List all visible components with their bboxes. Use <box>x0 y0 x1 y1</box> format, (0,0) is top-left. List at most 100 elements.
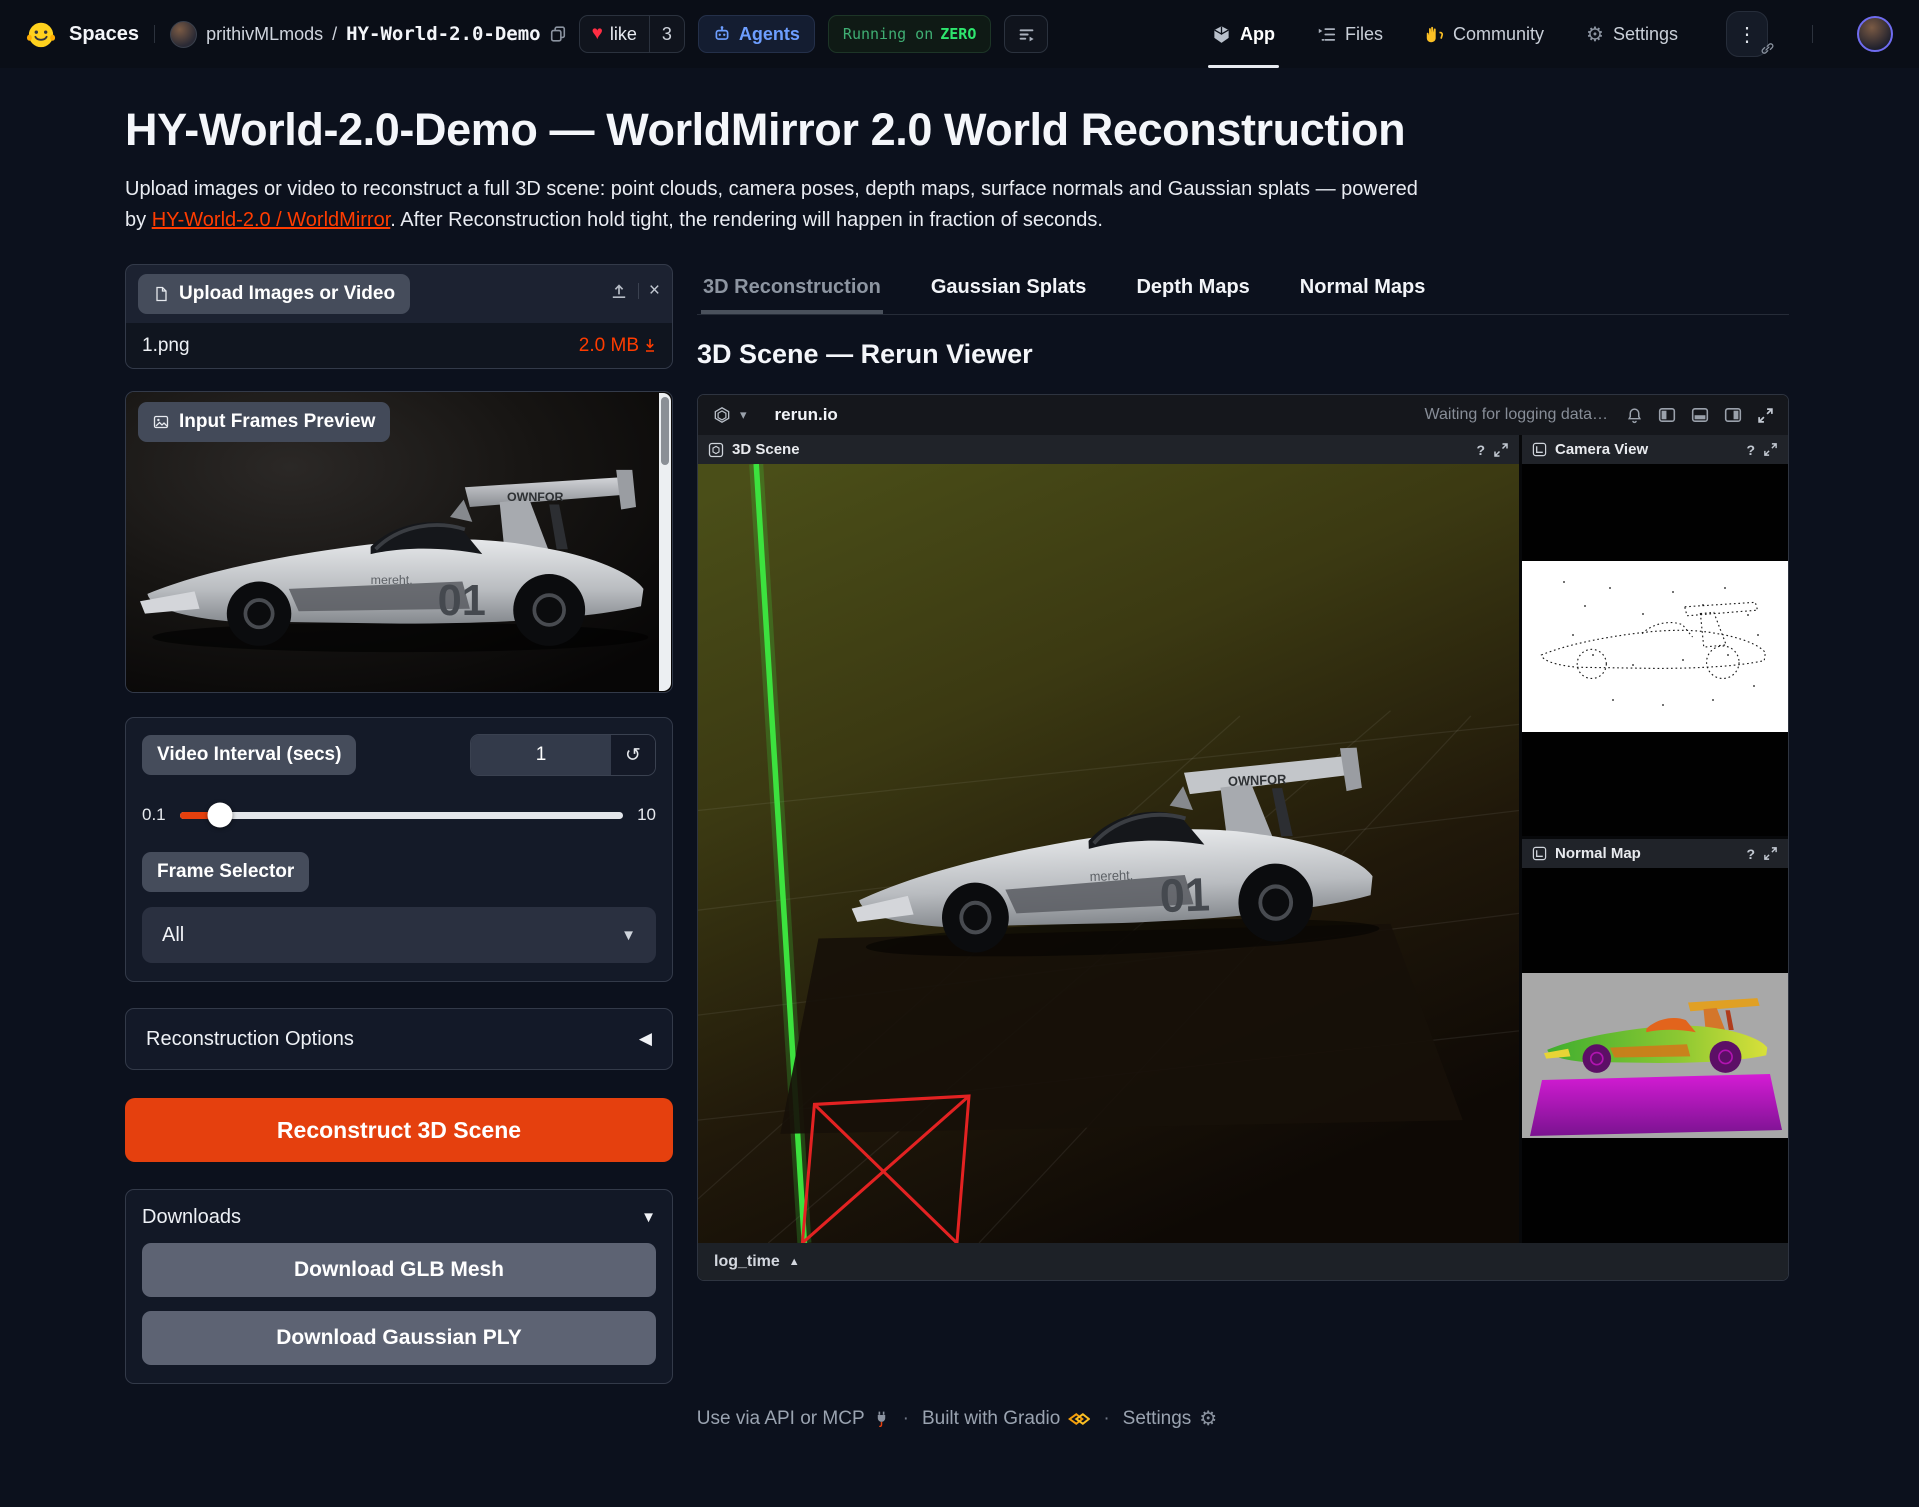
navbar-divider <box>1812 25 1813 43</box>
camera-panel-header: Camera View ? <box>1522 435 1788 464</box>
chevron-down-icon: ▼ <box>621 926 636 944</box>
gear-icon: ⚙ <box>1199 1408 1218 1430</box>
svg-text:OWNFOR: OWNFOR <box>1228 772 1287 789</box>
like-button[interactable]: ♥ like 3 <box>578 15 685 53</box>
interval-slider[interactable] <box>179 802 624 828</box>
tab-settings[interactable]: ⚙ Settings <box>1586 0 1678 68</box>
interval-value[interactable]: 1 <box>471 735 611 775</box>
tab-3d-reconstruction[interactable]: 3D Reconstruction <box>701 270 883 314</box>
panel-left-icon[interactable] <box>1658 406 1676 424</box>
help-icon[interactable]: ? <box>1746 846 1755 862</box>
like-main[interactable]: ♥ like <box>580 16 649 52</box>
robot-icon <box>713 25 731 43</box>
expand-icon[interactable] <box>1763 442 1778 457</box>
2d-view-icon <box>1532 442 1547 457</box>
timeline-bar[interactable]: log_time ▲ <box>698 1243 1788 1280</box>
reconstruction-options-accordion[interactable]: Reconstruction Options ◀ <box>125 1008 673 1070</box>
video-interval-label: Video Interval (secs) <box>157 744 342 765</box>
normal-panel-header: Normal Map ? <box>1522 839 1788 868</box>
huggingface-logo-icon[interactable] <box>26 19 56 49</box>
agents-button[interactable]: Agents <box>697 15 815 53</box>
expand-icon[interactable] <box>1763 846 1778 861</box>
help-icon[interactable]: ? <box>1476 442 1485 458</box>
tab-files[interactable]: Files <box>1317 0 1383 68</box>
chevron-down-filled-icon: ▼ <box>641 1209 656 1226</box>
close-icon[interactable]: × <box>649 280 660 302</box>
interval-slider-row: 0.1 10 <box>142 800 656 830</box>
rerun-brand[interactable]: rerun.io <box>775 405 838 425</box>
rerun-status: Waiting for logging data… <box>1424 406 1608 423</box>
normal-map-viewport[interactable] <box>1522 868 1788 1243</box>
upload-icon[interactable] <box>610 282 628 300</box>
timeline-label[interactable]: log_time <box>714 1253 780 1271</box>
help-icon[interactable]: ? <box>1746 442 1755 458</box>
reset-icon[interactable]: ↺ <box>611 735 655 775</box>
rerun-logo-icon[interactable] <box>712 405 732 425</box>
viewer-side-panels: Camera View ? Normal Map ? <box>1522 435 1788 1243</box>
document-icon <box>153 286 169 302</box>
fullscreen-icon[interactable] <box>1757 407 1774 424</box>
tab-community[interactable]: Community <box>1425 0 1544 68</box>
tab-depth-maps[interactable]: Depth Maps <box>1134 270 1251 314</box>
panel-bottom-icon[interactable] <box>1691 406 1709 424</box>
downloads-accordion[interactable]: Downloads ▼ <box>142 1206 656 1229</box>
gradio-link[interactable]: Built with Gradio <box>921 1407 1091 1430</box>
frame-selector-label: Frame Selector <box>157 861 295 882</box>
owner-avatar[interactable] <box>170 20 198 48</box>
preview-scrollbar[interactable] <box>659 393 671 691</box>
download-glb-button[interactable]: Download GLB Mesh <box>142 1243 656 1297</box>
slider-thumb[interactable] <box>207 802 233 828</box>
user-avatar[interactable] <box>1857 16 1893 52</box>
api-link-label: Use via API or MCP <box>696 1407 865 1429</box>
video-interval-chip: Video Interval (secs) <box>142 735 357 775</box>
breadcrumb-repo[interactable]: HY-World-2.0-Demo <box>346 23 540 45</box>
file-name[interactable]: 1.png <box>142 335 190 357</box>
hardware-label: ZERO <box>940 25 977 43</box>
running-on-badge[interactable]: Running on ZERO <box>827 15 992 53</box>
frame-selector-dropdown[interactable]: All ▼ <box>142 907 656 963</box>
tab-files-label: Files <box>1344 23 1383 44</box>
frame-selector-chip: Frame Selector <box>142 852 310 892</box>
scene-viewport[interactable]: OWNFOR mereht. 01 <box>698 464 1519 1243</box>
page-title: HY-World-2.0-Demo — WorldMirror 2.0 Worl… <box>125 104 1406 155</box>
plug-icon <box>873 1410 890 1427</box>
uploaded-file-row[interactable]: 1.png 2.0 MB <box>126 323 672 368</box>
file-size[interactable]: 2.0 MB <box>579 335 656 357</box>
caret-up-icon[interactable]: ▲ <box>789 1256 800 1268</box>
copy-icon[interactable] <box>550 26 566 42</box>
reconstruct-button[interactable]: Reconstruct 3D Scene <box>125 1098 673 1162</box>
footer-settings-link[interactable]: Settings ⚙ <box>1123 1406 1218 1431</box>
spaces-brand[interactable]: Spaces <box>69 23 139 46</box>
expand-icon[interactable] <box>1493 442 1509 458</box>
agents-label: Agents <box>738 23 800 44</box>
logs-button[interactable] <box>1004 15 1049 53</box>
breadcrumb: prithivMLmods / HY-World-2.0-Demo <box>170 20 566 48</box>
model-link[interactable]: HY-World-2.0 / WorldMirror <box>152 209 391 231</box>
api-link[interactable]: Use via API or MCP <box>697 1408 890 1430</box>
svg-text:mereht.: mereht. <box>371 573 413 587</box>
tab-settings-label: Settings <box>1612 23 1678 44</box>
gradio-link-label: Built with Gradio <box>921 1407 1061 1429</box>
more-options-button[interactable]: ⋮ <box>1726 11 1774 57</box>
breadcrumb-owner[interactable]: prithivMLmods <box>206 24 323 45</box>
preview-label-chip: Input Frames Preview <box>138 402 391 442</box>
hand-icon <box>1425 25 1444 44</box>
tab-app-label: App <box>1239 23 1275 44</box>
tab-app[interactable]: App <box>1207 0 1279 68</box>
camera-viewport[interactable] <box>1522 464 1788 836</box>
bell-icon[interactable] <box>1626 407 1643 424</box>
tab-normal-maps[interactable]: Normal Maps <box>1298 270 1428 314</box>
rerun-menu-caret-icon[interactable]: ▾ <box>740 407 747 423</box>
download-ply-button[interactable]: Download Gaussian PLY <box>142 1311 656 1365</box>
2d-view-icon <box>1532 846 1547 861</box>
viewer-column: 3D Reconstruction Gaussian Splats Depth … <box>697 264 1789 1281</box>
reconstruction-options-label: Reconstruction Options <box>146 1027 354 1050</box>
tab-gaussian-splats[interactable]: Gaussian Splats <box>929 270 1089 314</box>
breadcrumb-separator: / <box>332 23 338 44</box>
rerun-topbar: ▾ rerun.io Waiting for logging data… <box>698 395 1788 435</box>
like-count[interactable]: 3 <box>648 16 684 52</box>
panel-right-icon[interactable] <box>1724 406 1742 424</box>
upload-label-chip: Upload Images or Video <box>138 274 411 314</box>
controls-column: Upload Images or Video × 1.png 2.0 MB In… <box>125 264 673 1384</box>
scrollbar-thumb[interactable] <box>661 397 669 465</box>
